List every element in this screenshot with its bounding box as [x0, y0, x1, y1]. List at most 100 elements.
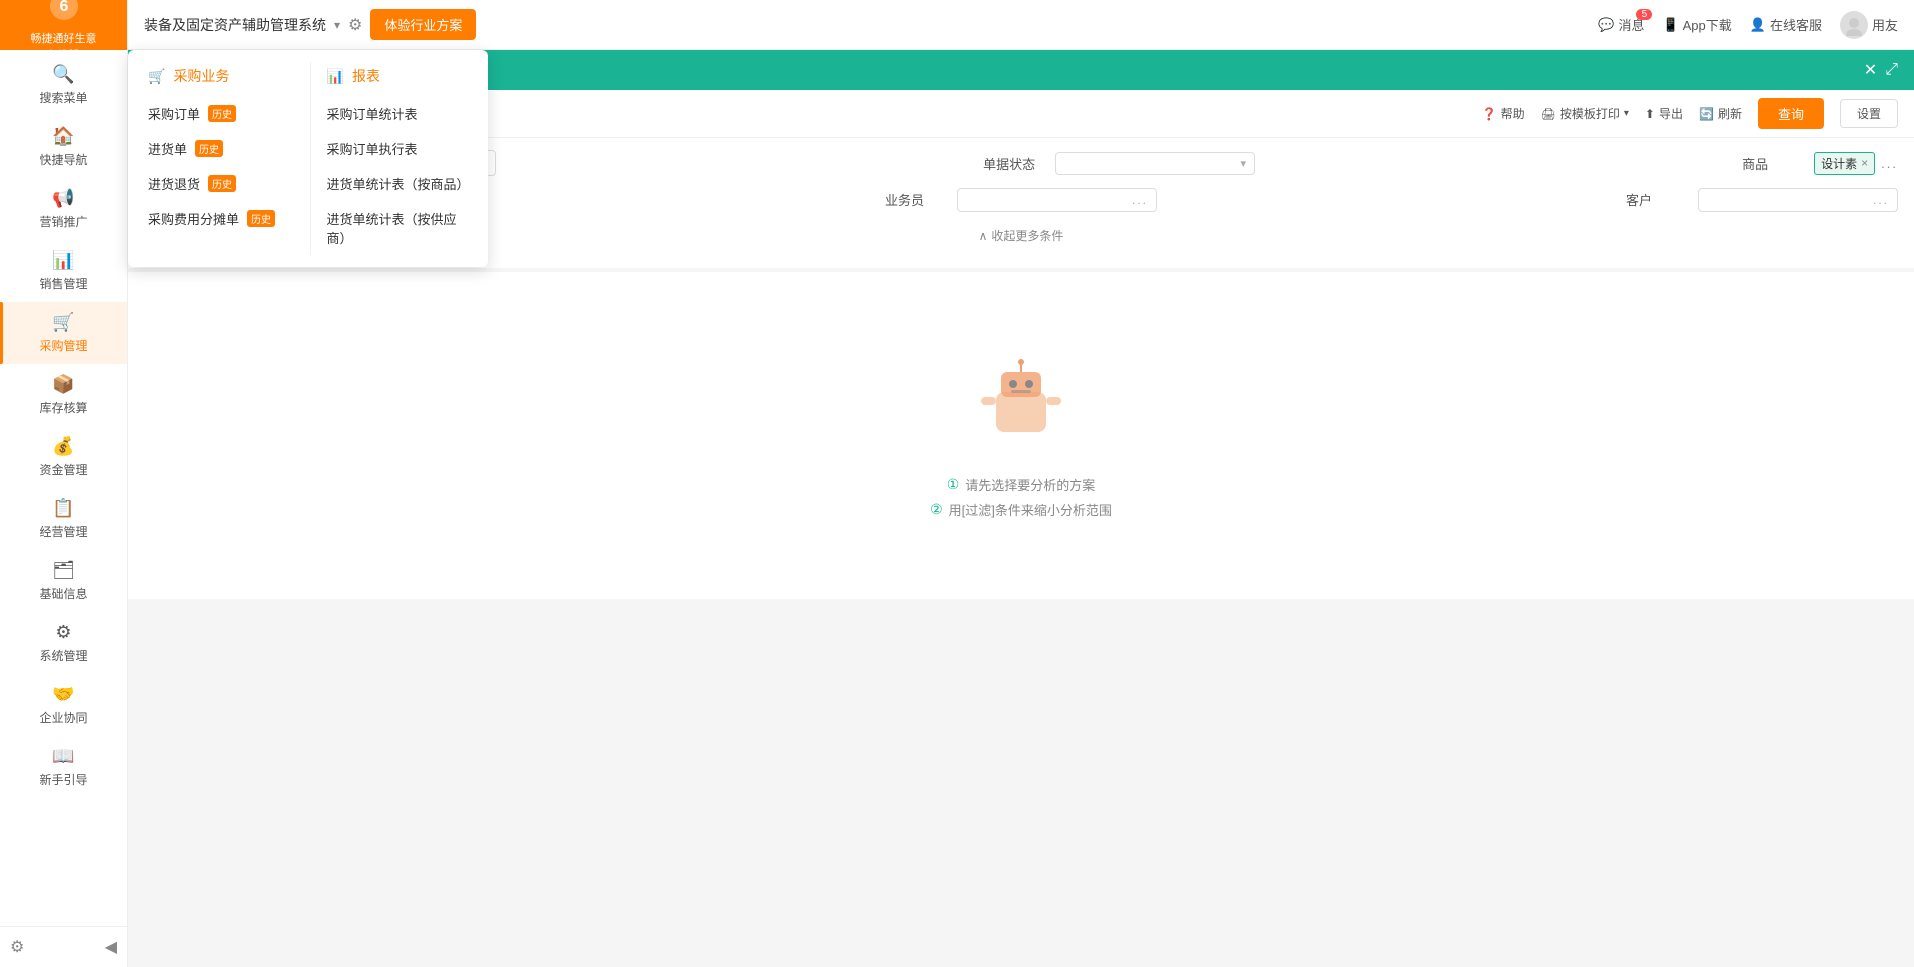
product-field-area: 设计素 × ... [1814, 152, 1898, 175]
settings-button[interactable]: 设置 [1840, 99, 1898, 128]
online-service-button[interactable]: 👤 在线客服 [1750, 15, 1822, 34]
app-logo: 6 畅捷通好生意 标准版 [0, 0, 127, 50]
inbound-stats-product-label: 进货单统计表（按商品） [327, 174, 469, 193]
menu-item-cost-allocation[interactable]: 采购费用分摊单 历史 [140, 201, 298, 236]
refresh-icon: 🔄 [1699, 107, 1714, 121]
sidebar-item-newuser[interactable]: 📖 新手引导 [0, 736, 127, 798]
operation-icon: 📋 [52, 498, 74, 519]
app-download-label: App下载 [1683, 15, 1732, 34]
sidebar-item-quicknav[interactable]: 🏠 快捷导航 [0, 116, 127, 178]
tab-bar-controls: ✕ ⤢ [1864, 60, 1898, 80]
menu-item-inbound[interactable]: 进货单 历史 [140, 131, 298, 166]
reports-section-icon: 📊 [327, 68, 344, 85]
user-avatar [1840, 11, 1868, 39]
print-button[interactable]: 🖨 按模板打印 ▾ [1541, 105, 1629, 122]
tab-close-icon[interactable]: ✕ [1864, 60, 1877, 80]
newuser-icon: 📖 [52, 746, 74, 767]
sidebar-item-system[interactable]: ⚙ 系统管理 [0, 612, 127, 674]
sidebar-nav: 🔍 搜索菜单 🏠 快捷导航 📢 营销推广 📊 销售管理 🛒 采购管理 📦 库存核… [0, 50, 127, 926]
customer-dots[interactable]: ... [1873, 193, 1889, 207]
notification-button[interactable]: 💬 消息 5 [1598, 15, 1644, 34]
sidebar-item-sales[interactable]: 📊 销售管理 [0, 240, 127, 302]
industry-button[interactable]: 体验行业方案 [370, 9, 476, 40]
menu-item-inbound-stats-supplier[interactable]: 进货单统计表（按供应商） [319, 201, 477, 255]
sidebar-collapse-button[interactable]: ◀ [105, 937, 117, 957]
menu-item-return[interactable]: 进货退货 历史 [140, 166, 298, 201]
sidebar-item-search[interactable]: 🔍 搜索菜单 [0, 54, 127, 116]
basicinfo-icon: 🗂 [52, 560, 75, 581]
sidebar: 6 畅捷通好生意 标准版 🔍 搜索菜单 🏠 快捷导航 📢 营销推广 📊 销售管理… [0, 0, 128, 967]
sidebar-item-operation[interactable]: 📋 经营管理 [0, 488, 127, 550]
status-field[interactable]: ▾ [1055, 152, 1255, 175]
export-icon: ⬆ [1645, 107, 1655, 121]
status-label: 单据状态 [983, 154, 1043, 173]
sidebar-item-cooperation[interactable]: 🤝 企业协同 [0, 674, 127, 736]
header-settings-icon[interactable]: ⚙ [348, 15, 362, 35]
sidebar-item-label: 采购管理 [39, 337, 87, 354]
app-download-button[interactable]: 📱 App下载 [1662, 15, 1731, 34]
help-button[interactable]: ❓ 帮助 [1482, 105, 1525, 122]
user-label: 用友 [1872, 15, 1898, 34]
sidebar-item-label: 基础信息 [39, 585, 87, 602]
sidebar-bottom: ⚙ ◀ [0, 926, 127, 967]
product-tag-text: 设计素 [1821, 155, 1857, 172]
salesperson-label: 业务员 [885, 190, 945, 209]
empty-icon [971, 352, 1071, 455]
sidebar-item-finance[interactable]: 💰 资金管理 [0, 426, 127, 488]
product-tag-close[interactable]: × [1861, 156, 1868, 170]
finance-icon: 💰 [52, 436, 74, 457]
history-badge-return: 历史 [208, 175, 236, 192]
export-button[interactable]: ⬆ 导出 [1645, 105, 1683, 122]
empty-state: ① 请先选择要分析的方案 ② 用[过滤]条件来缩小分析范围 [128, 272, 1914, 599]
collapse-up-icon: ∧ [979, 229, 988, 243]
customer-field[interactable]: ... [1698, 188, 1898, 212]
empty-tip-text-1: 请先选择要分析的方案 [965, 475, 1095, 494]
menu-item-inbound-stats-product[interactable]: 进货单统计表（按商品） [319, 166, 477, 201]
reports-section-title: 报表 [352, 66, 380, 86]
help-label: 帮助 [1501, 105, 1525, 122]
notification-badge-count: 5 [1636, 9, 1652, 20]
menu-item-order-exec[interactable]: 采购订单执行表 [319, 131, 477, 166]
app-name: 畅捷通好生意 [31, 30, 97, 46]
menu-item-order-stats[interactable]: 采购订单统计表 [319, 96, 477, 131]
dropdown-menu-container: 🛒 采购业务 采购订单 历史 进货单 历史 进货退货 历史 采购费用分摊单 历史 [128, 50, 488, 267]
tip2-icon: ② [930, 501, 943, 518]
phone-icon: 📱 [1662, 17, 1678, 33]
sidebar-item-purchase[interactable]: 🛒 采购管理 [0, 302, 127, 364]
menu-section-purchase: 🛒 采购业务 采购订单 历史 进货单 历史 进货退货 历史 采购费用分摊单 历史 [128, 62, 310, 255]
refresh-button[interactable]: 🔄 刷新 [1699, 105, 1742, 122]
purchase-dropdown-menu: 🛒 采购业务 采购订单 历史 进货单 历史 进货退货 历史 采购费用分摊单 历史 [128, 50, 488, 267]
sidebar-item-label: 销售管理 [39, 275, 87, 292]
print-dropdown-arrow[interactable]: ▾ [1624, 108, 1629, 119]
system-dropdown-arrow[interactable]: ▾ [334, 18, 340, 32]
purchase-section-icon: 🛒 [148, 68, 165, 85]
empty-tip-text-2: 用[过滤]条件来缩小分析范围 [949, 500, 1112, 519]
user-menu-button[interactable]: 用友 [1840, 11, 1898, 39]
salesperson-field[interactable]: ... [957, 188, 1157, 212]
reports-section-header: 📊 报表 [319, 62, 477, 96]
sidebar-settings-button[interactable]: ⚙ [10, 937, 24, 957]
status-dropdown-arrow: ▾ [1241, 157, 1247, 170]
product-dots[interactable]: ... [1881, 156, 1898, 171]
sidebar-item-marketing[interactable]: 📢 营销推广 [0, 178, 127, 240]
sidebar-item-inventory[interactable]: 📦 库存核算 [0, 364, 127, 426]
top-header: 装备及固定资产辅助管理系统 ▾ ⚙ 体验行业方案 💬 消息 5 📱 App下载 … [128, 0, 1914, 50]
salesperson-dots[interactable]: ... [1132, 193, 1148, 207]
tip1-icon: ① [947, 476, 960, 493]
home-icon: 🏠 [52, 126, 74, 147]
empty-tip-1: ① 请先选择要分析的方案 [947, 475, 1096, 494]
query-button[interactable]: 查询 [1758, 98, 1824, 129]
menu-item-purchase-order[interactable]: 采购订单 历史 [140, 96, 298, 131]
history-badge-purchase-order: 历史 [208, 105, 236, 122]
sidebar-item-label: 经营管理 [39, 523, 87, 540]
tab-maximize-icon[interactable]: ⤢ [1885, 61, 1898, 79]
menu-section-reports: 📊 报表 采购订单统计表 采购订单执行表 进货单统计表（按商品） 进货单统计表（… [310, 62, 489, 255]
inbound-stats-supplier-label: 进货单统计表（按供应商） [327, 209, 469, 247]
cooperation-icon: 🤝 [52, 684, 74, 705]
sidebar-item-basicinfo[interactable]: 🗂 基础信息 [0, 550, 127, 612]
sidebar-item-label: 系统管理 [39, 647, 87, 664]
history-badge-inbound: 历史 [195, 140, 223, 157]
collapse-label: 收起更多条件 [991, 227, 1063, 244]
product-label: 商品 [1742, 154, 1802, 173]
export-label: 导出 [1659, 105, 1683, 122]
